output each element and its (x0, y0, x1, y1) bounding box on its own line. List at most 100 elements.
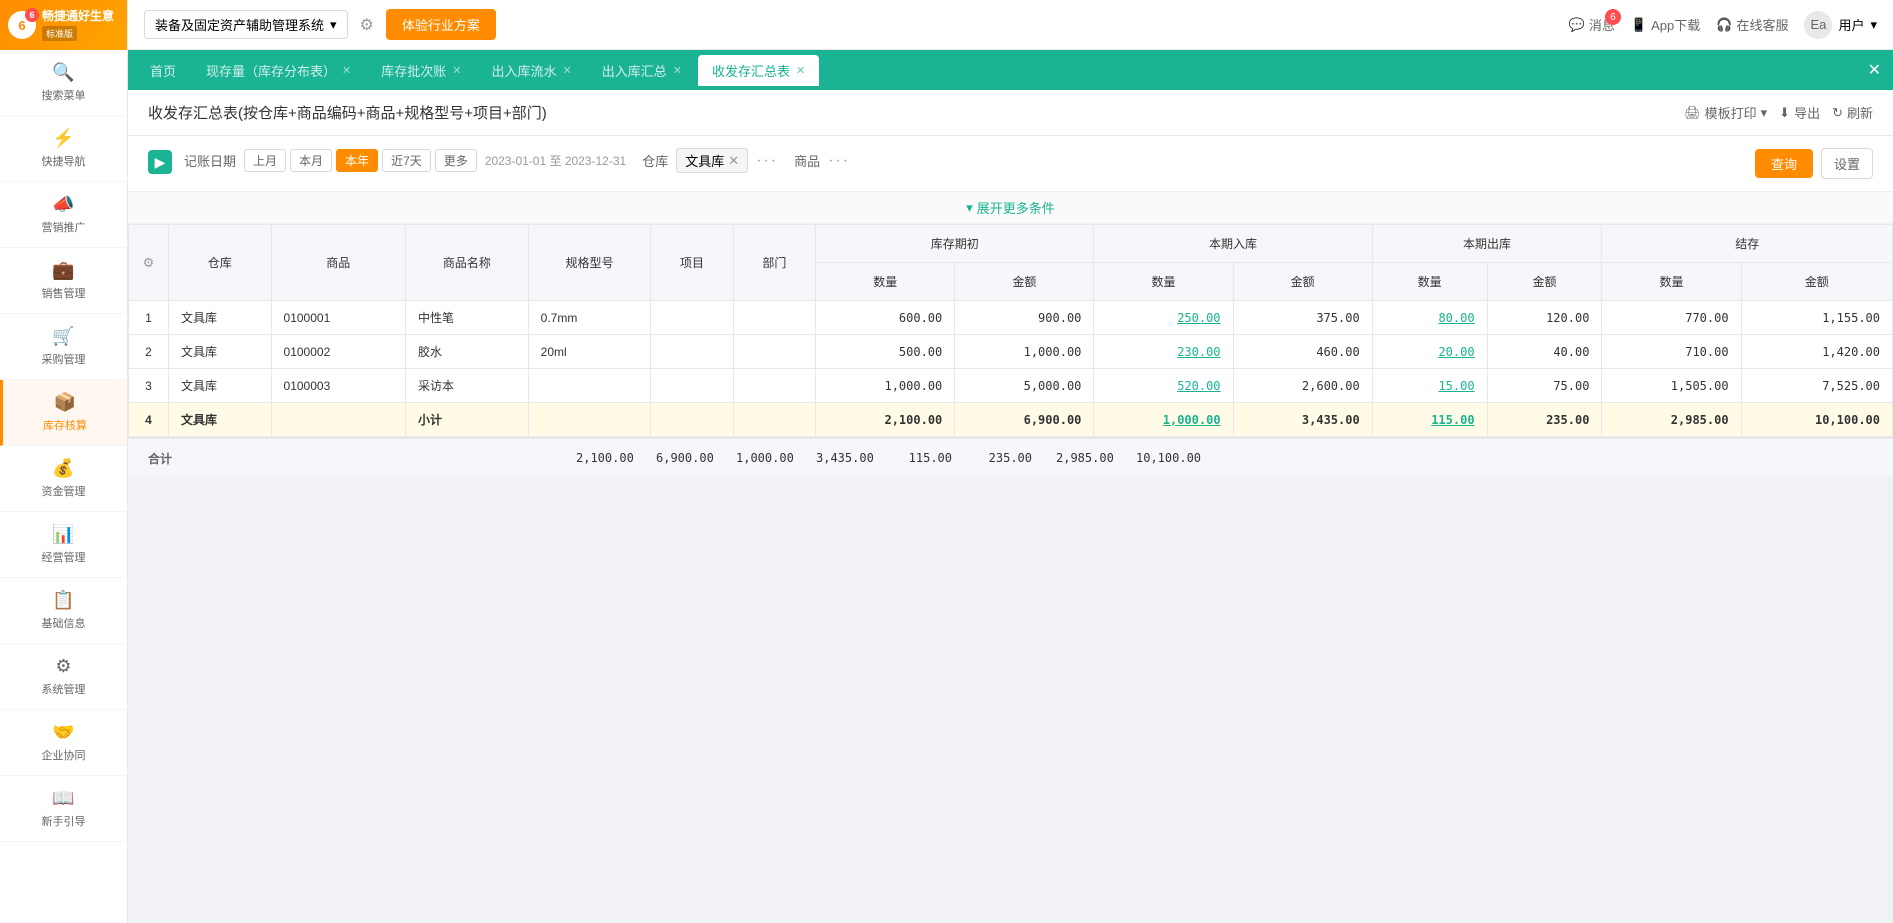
date-btn-this-year[interactable]: 本年 (336, 149, 378, 172)
cell-out-amt: 75.00 (1487, 369, 1602, 403)
tab-receipt-summary[interactable]: 收发存汇总表 ✕ (698, 55, 819, 86)
th-item: 项目 (651, 225, 733, 301)
sidebar-logo-badge: 6 (25, 8, 39, 22)
refresh-button[interactable]: ↻ 刷新 (1832, 103, 1873, 122)
footer-out-amt: 235.00 (964, 447, 1044, 469)
th-group-closing: 结存 (1602, 225, 1893, 263)
cell-in-amt: 3,435.00 (1233, 403, 1372, 437)
filter-toggle-button[interactable]: ▶ (148, 150, 172, 174)
online-service-action[interactable]: 🎧 在线客服 (1716, 15, 1788, 34)
tab-batch-close[interactable]: ✕ (452, 64, 461, 77)
warehouse-tag-close[interactable]: ✕ (728, 153, 739, 169)
query-button[interactable]: 查询 (1755, 149, 1813, 178)
cell-out-amt: 120.00 (1487, 301, 1602, 335)
sidebar-item-system[interactable]: ⚙ 系统管理 (0, 644, 127, 710)
refresh-icon: ↻ (1832, 105, 1843, 121)
expand-more-button[interactable]: ▾ 展开更多条件 (966, 198, 1055, 217)
date-btn-this-month[interactable]: 本月 (290, 149, 332, 172)
tab-flow-close[interactable]: ✕ (563, 64, 572, 77)
th-goods-spec: 规格型号 (528, 225, 651, 301)
cell-item (651, 403, 733, 437)
goods-dots[interactable]: ··· (828, 152, 850, 170)
filter-actions: 查询 设置 (1755, 148, 1873, 179)
tab-summary-close[interactable]: ✕ (673, 64, 682, 77)
sidebar-nav: 🔍 搜索菜单 ⚡ 快捷导航 📣 营销推广 💼 销售管理 🛒 采购管理 📦 库存核… (0, 50, 127, 923)
cell-in-amt: 460.00 (1233, 335, 1372, 369)
sidebar-item-cooperation[interactable]: 🤝 企业协同 (0, 710, 127, 776)
table-settings-icon[interactable]: ⚙ (143, 255, 155, 270)
gear-settings-icon[interactable]: ⚙ (360, 15, 374, 35)
online-service-label: 在线客服 (1736, 15, 1788, 34)
cell-dept (733, 335, 815, 369)
date-btn-more[interactable]: 更多 (435, 149, 477, 172)
tab-current-stock-label: 现存量（库存分布表） (206, 61, 336, 80)
try-btn[interactable]: 体验行业方案 (386, 9, 496, 40)
message-action[interactable]: 💬 消息 6 (1569, 15, 1615, 34)
main-area: 装备及固定资产辅助管理系统 ▾ ⚙ 体验行业方案 💬 消息 6 📱 App下载 … (128, 0, 1893, 923)
sidebar-item-marketing[interactable]: 📣 营销推广 (0, 182, 127, 248)
tab-batch[interactable]: 库存批次账 ✕ (367, 55, 475, 86)
sidebar-item-search[interactable]: 🔍 搜索菜单 (0, 50, 127, 116)
cell-code (271, 403, 405, 437)
sidebar-item-operation[interactable]: 📊 经营管理 (0, 512, 127, 578)
marketing-icon: 📣 (52, 194, 74, 215)
cell-name: 胶水 (405, 335, 528, 369)
sidebar-item-guide[interactable]: 📖 新手引导 (0, 776, 127, 842)
user-menu[interactable]: Ea 用户 ▾ (1804, 11, 1877, 39)
tab-current-stock-close[interactable]: ✕ (342, 64, 351, 77)
sidebar-item-basic[interactable]: 📋 基础信息 (0, 578, 127, 644)
refresh-label: 刷新 (1847, 103, 1873, 122)
topbar-actions: 💬 消息 6 📱 App下载 🎧 在线客服 Ea 用户 ▾ (1569, 11, 1877, 39)
cell-no: 2 (129, 335, 169, 369)
cell-in-qty[interactable]: 520.00 (1094, 369, 1233, 403)
cell-in-qty[interactable]: 1,000.00 (1094, 403, 1233, 437)
page-title: 收发存汇总表(按仓库+商品编码+商品+规格型号+项目+部门) (148, 102, 547, 123)
tab-flow[interactable]: 出入库流水 ✕ (477, 55, 585, 86)
sidebar-item-finance[interactable]: 💰 资金管理 (0, 446, 127, 512)
app-download-action[interactable]: 📱 App下载 (1631, 15, 1700, 34)
cell-out-qty[interactable]: 115.00 (1372, 403, 1487, 437)
cell-in-qty[interactable]: 230.00 (1094, 335, 1233, 369)
inventory-icon: 📦 (54, 392, 76, 413)
tab-receipt-summary-close[interactable]: ✕ (796, 64, 805, 77)
cell-out-qty[interactable]: 20.00 (1372, 335, 1487, 369)
template-print-chevron: ▾ (1761, 105, 1768, 121)
system-selector[interactable]: 装备及固定资产辅助管理系统 ▾ (144, 10, 348, 39)
table-row: 3文具库0100003采访本1,000.005,000.00520.002,60… (129, 369, 1893, 403)
date-btn-prev-month[interactable]: 上月 (244, 149, 286, 172)
sales-icon: 💼 (52, 260, 74, 281)
phone-icon: 📱 (1631, 17, 1647, 33)
tab-batch-label: 库存批次账 (381, 61, 446, 80)
sidebar-item-quick[interactable]: ⚡ 快捷导航 (0, 116, 127, 182)
cell-no: 4 (129, 403, 169, 437)
expand-more-bar: ▾ 展开更多条件 (128, 192, 1893, 224)
warehouse-dots[interactable]: ··· (756, 152, 778, 170)
template-print-label: 模板打印 (1705, 103, 1757, 122)
cell-in-qty[interactable]: 250.00 (1094, 301, 1233, 335)
template-print-button[interactable]: 🖨 模板打印 ▾ (1684, 103, 1767, 122)
sidebar-item-sales[interactable]: 💼 销售管理 (0, 248, 127, 314)
sidebar-label-marketing: 营销推广 (42, 219, 86, 235)
tab-summary[interactable]: 出入库汇总 ✕ (588, 55, 696, 86)
filter-row-1: 记账日期 上月 本月 本年 近7天 更多 2023-01-01 至 2023-1… (184, 148, 1743, 173)
sidebar-item-inventory[interactable]: 📦 库存核算 (0, 380, 127, 446)
th-out-amt: 金额 (1487, 263, 1602, 301)
tab-current-stock[interactable]: 现存量（库存分布表） ✕ (192, 55, 365, 86)
cell-out-qty[interactable]: 80.00 (1372, 301, 1487, 335)
cell-dept (733, 301, 815, 335)
table-row: 2文具库0100002胶水20ml500.001,000.00230.00460… (129, 335, 1893, 369)
tab-home[interactable]: 首页 (136, 55, 190, 86)
cell-out-qty[interactable]: 15.00 (1372, 369, 1487, 403)
warehouse-filter: 仓库 文具库 ✕ ··· (642, 148, 778, 173)
tab-receipt-summary-label: 收发存汇总表 (712, 61, 790, 80)
message-badge: 6 (1605, 9, 1621, 25)
sidebar-item-purchase[interactable]: 🛒 采购管理 (0, 314, 127, 380)
sidebar-label-inventory: 库存核算 (43, 417, 87, 433)
close-all-tabs[interactable]: ✕ (1864, 56, 1885, 84)
cell-dept (733, 403, 815, 437)
settings-button[interactable]: 设置 (1821, 148, 1873, 179)
date-btn-7days[interactable]: 近7天 (382, 149, 431, 172)
headset-icon: 🎧 (1716, 17, 1732, 33)
operation-icon: 📊 (52, 524, 74, 545)
export-button[interactable]: ⬇ 导出 (1779, 103, 1820, 122)
